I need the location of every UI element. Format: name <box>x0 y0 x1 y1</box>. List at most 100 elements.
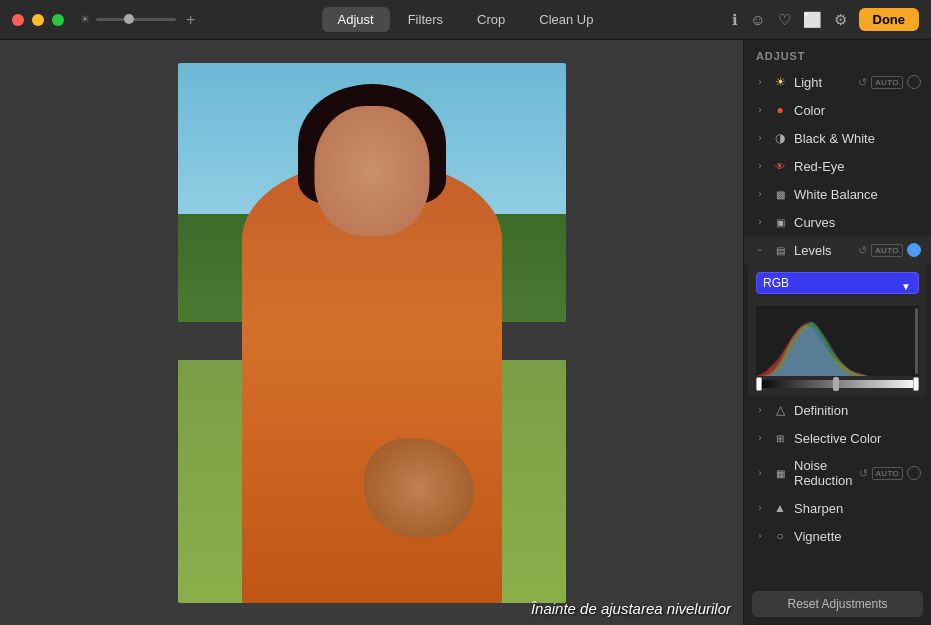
vignette-icon: ○ <box>772 528 788 544</box>
redeye-label: Red-Eye <box>794 159 921 174</box>
tab-filters[interactable]: Filters <box>392 7 459 32</box>
panel-title: ADJUST <box>744 40 931 68</box>
titlebar-right: ℹ ☺ ♡ ⬜ ⚙ Done <box>732 8 919 31</box>
chevron-sharpen: › <box>754 503 766 513</box>
light-label: Light <box>794 75 852 90</box>
adjust-item-noise[interactable]: › ▦ Noise Reduction ↺ AUTO <box>744 452 931 494</box>
spacer <box>744 550 931 583</box>
adjust-item-vignette[interactable]: › ○ Vignette <box>744 522 931 550</box>
levels-icon: ▤ <box>772 242 788 258</box>
settings-icon[interactable]: ⚙ <box>834 11 847 29</box>
adjust-item-sharpen[interactable]: › ▲ Sharpen <box>744 494 931 522</box>
info-icon[interactable]: ℹ <box>732 11 738 29</box>
done-button[interactable]: Done <box>859 8 920 31</box>
chevron-noise: › <box>754 468 766 478</box>
chevron-levels: › <box>755 244 765 256</box>
photo-canvas <box>178 63 566 603</box>
reset-levels-icon[interactable]: ↺ <box>858 244 867 257</box>
color-label: Color <box>794 103 921 118</box>
reset-adjustments-button[interactable]: Reset Adjustments <box>752 591 923 617</box>
chevron-selective-color: › <box>754 433 766 443</box>
bw-label: Black & White <box>794 131 921 146</box>
minimize-button[interactable] <box>32 14 44 26</box>
close-button[interactable] <box>12 14 24 26</box>
tab-adjust[interactable]: Adjust <box>322 7 390 32</box>
photo-area: Înainte de ajustarea nivelurilor <box>0 40 743 625</box>
histogram-scrollbar[interactable] <box>915 308 918 374</box>
curves-icon: ▣ <box>772 214 788 230</box>
histogram <box>756 306 919 376</box>
adjust-item-levels[interactable]: › ▤ Levels ↺ AUTO <box>744 236 931 264</box>
adjust-item-light[interactable]: › ☀ Light ↺ AUTO <box>744 68 931 96</box>
noise-label: Noise Reduction <box>794 458 853 488</box>
brightness-icon: ☀ <box>80 13 90 26</box>
levels-handle-mid[interactable] <box>833 377 839 391</box>
wb-icon: ▩ <box>772 186 788 202</box>
chevron-bw: › <box>754 133 766 143</box>
toggle-levels[interactable] <box>907 243 921 257</box>
emoji-icon[interactable]: ☺ <box>750 11 765 28</box>
traffic-lights <box>12 14 64 26</box>
brightness-slider[interactable] <box>96 18 176 21</box>
tab-crop[interactable]: Crop <box>461 7 521 32</box>
chevron-color: › <box>754 105 766 115</box>
adjust-item-redeye[interactable]: › 👁 Red-Eye <box>744 152 931 180</box>
photo-caption: Înainte de ajustarea nivelurilor <box>531 600 731 617</box>
reset-noise-icon[interactable]: ↺ <box>859 467 868 480</box>
selective-color-icon: ⊞ <box>772 430 788 446</box>
add-button[interactable]: + <box>186 11 195 29</box>
photo-container <box>178 63 566 603</box>
bw-icon: ◑ <box>772 130 788 146</box>
auto-badge-noise[interactable]: AUTO <box>872 467 904 480</box>
curves-label: Curves <box>794 215 921 230</box>
vignette-label: Vignette <box>794 529 921 544</box>
toggle-noise[interactable] <box>907 466 921 480</box>
levels-handle-right[interactable] <box>913 377 919 391</box>
definition-icon: △ <box>772 402 788 418</box>
heart-icon[interactable]: ♡ <box>778 11 791 29</box>
light-actions: ↺ AUTO <box>858 75 921 89</box>
adjust-item-bw[interactable]: › ◑ Black & White <box>744 124 931 152</box>
levels-handle-left[interactable] <box>756 377 762 391</box>
sharpen-icon: ▲ <box>772 500 788 516</box>
levels-label: Levels <box>794 243 852 258</box>
adjust-item-curves[interactable]: › ▣ Curves <box>744 208 931 236</box>
noise-actions: ↺ AUTO <box>859 466 922 480</box>
noise-icon: ▦ <box>772 465 788 481</box>
rgb-select[interactable]: RGB Red Green Blue Luminance <box>756 272 919 294</box>
adjust-item-selective-color[interactable]: › ⊞ Selective Color <box>744 424 931 452</box>
adjust-item-definition[interactable]: › △ Definition <box>744 396 931 424</box>
definition-label: Definition <box>794 403 921 418</box>
chevron-vignette: › <box>754 531 766 541</box>
wb-label: White Balance <box>794 187 921 202</box>
rgb-dropdown-container: RGB Red Green Blue Luminance ▼ <box>756 272 919 300</box>
toggle-light[interactable] <box>907 75 921 89</box>
right-panel: ADJUST › ☀ Light ↺ AUTO › ● Color › ◑ Bl… <box>743 40 931 625</box>
chevron-curves: › <box>754 217 766 227</box>
adjust-item-color[interactable]: › ● Color <box>744 96 931 124</box>
redeye-icon: 👁 <box>772 158 788 174</box>
chevron-light: › <box>754 77 766 87</box>
auto-badge-light[interactable]: AUTO <box>871 76 903 89</box>
tab-cleanup[interactable]: Clean Up <box>523 7 609 32</box>
light-icon: ☀ <box>772 74 788 90</box>
adjust-item-wb[interactable]: › ▩ White Balance <box>744 180 931 208</box>
color-icon: ● <box>772 102 788 118</box>
levels-content: RGB Red Green Blue Luminance ▼ <box>748 264 927 396</box>
titlebar: ☀ + Adjust Filters Crop Clean Up ℹ ☺ ♡ ⬜… <box>0 0 931 40</box>
histogram-svg <box>756 306 919 376</box>
chevron-redeye: › <box>754 161 766 171</box>
brightness-slider-area: ☀ + <box>80 11 195 29</box>
fullscreen-button[interactable] <box>52 14 64 26</box>
reset-light-icon[interactable]: ↺ <box>858 76 867 89</box>
sharpen-label: Sharpen <box>794 501 921 516</box>
auto-badge-levels[interactable]: AUTO <box>871 244 903 257</box>
chevron-wb: › <box>754 189 766 199</box>
levels-actions: ↺ AUTO <box>858 243 921 257</box>
face <box>314 106 429 236</box>
chevron-definition: › <box>754 405 766 415</box>
nav-tabs: Adjust Filters Crop Clean Up <box>322 7 610 32</box>
share-icon[interactable]: ⬜ <box>803 11 822 29</box>
main-content: Înainte de ajustarea nivelurilor ADJUST … <box>0 40 931 625</box>
levels-slider[interactable] <box>756 380 919 388</box>
